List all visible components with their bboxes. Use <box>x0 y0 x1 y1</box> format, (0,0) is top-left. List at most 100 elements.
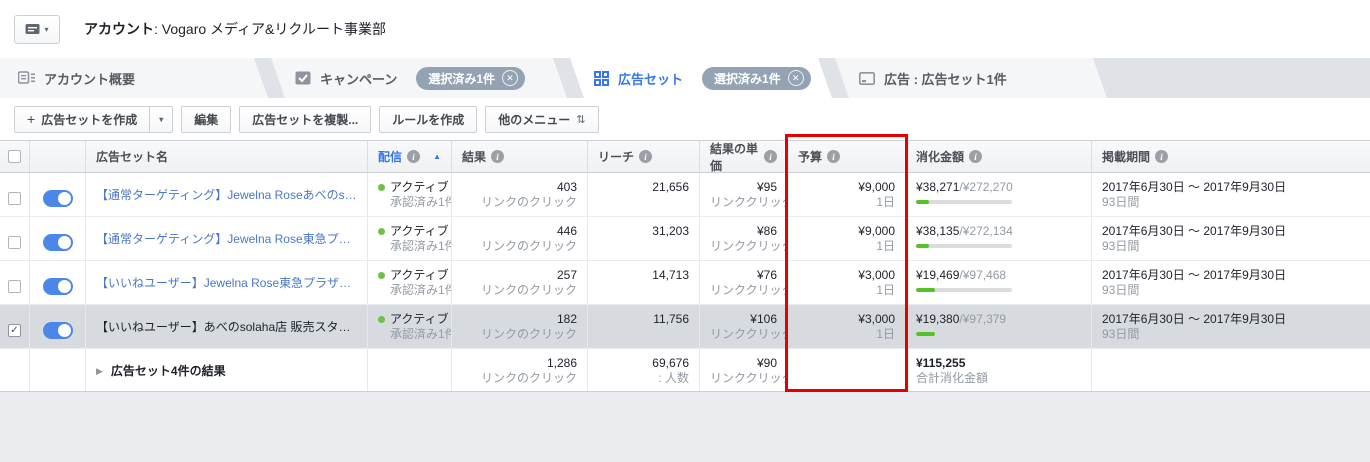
tab-ad-sets[interactable]: 広告セット 選択済み1件 ✕ <box>570 58 832 98</box>
column-header-result[interactable]: 結果 i <box>452 141 588 172</box>
page-background <box>0 392 1370 462</box>
schedule-cell: 2017年6月30日 ～ 2017年9月30日 93日間 <box>1102 312 1287 341</box>
row-checkbox[interactable] <box>8 191 21 205</box>
summary-budget-cell <box>788 349 906 391</box>
sort-asc-icon: ▲ <box>433 152 441 161</box>
adset-active-toggle[interactable] <box>42 233 73 251</box>
spend-progress-bar <box>916 288 1012 292</box>
delivery-cell: アクティブ 承認済み1件 <box>368 305 452 348</box>
account-overview-icon <box>18 71 35 85</box>
account-title: アカウント: Vogaro メディア&リクルート事業部 <box>84 19 386 39</box>
caret-down-icon: ▾ <box>44 24 49 34</box>
column-header-name[interactable]: 広告セット名 <box>86 141 368 172</box>
badge-label: 選択済み1件 <box>714 71 781 86</box>
spent-cell: ¥19,469/¥97,468 <box>906 261 1092 304</box>
column-header-reach[interactable]: リーチ i <box>588 141 700 172</box>
toggle-column-header <box>30 141 86 172</box>
top-bar: ▾ アカウント: Vogaro メディア&リクルート事業部 <box>0 0 1370 58</box>
row-checkbox-checked[interactable]: ✓ <box>8 323 21 337</box>
spend-progress-bar <box>916 332 1012 336</box>
table-row-selected: ✓ 【いいねユーザー】あべのsolaha店 販売スタッフ アクティブ 承認済み1… <box>0 305 1370 349</box>
table-row: 【通常ターゲティング】Jewelna Roseあべのsol... アクティブ 承… <box>0 173 1370 217</box>
cost-cell: ¥86リンククリック... <box>700 217 788 260</box>
account-card-icon <box>25 23 40 36</box>
schedule-cell: 2017年6月30日 ～ 2017年9月30日 93日間 <box>1102 268 1287 297</box>
table-summary-row: ▶ 広告セット4件の結果 1,286 リンクのクリック 69,676: 人数 ¥9… <box>0 349 1370 392</box>
status-dot-icon <box>378 184 385 191</box>
action-toolbar: + 広告セットを作成 ▾ 編集 広告セットを複製... ルールを作成 他のメニュ… <box>0 98 1370 140</box>
create-adset-split-button: + 広告セットを作成 ▾ <box>14 105 174 133</box>
adset-name-link[interactable]: 【通常ターゲティング】Jewelna Roseあべのsol... <box>96 180 357 210</box>
result-cell: 446 リンクのクリック <box>452 217 588 260</box>
budget-cell: ¥3,000 1日 <box>788 261 906 304</box>
delivery-cell: アクティブ 承認済み1件 <box>368 261 452 304</box>
create-adset-button[interactable]: + 広告セットを作成 <box>14 105 151 133</box>
adset-name-link[interactable]: 【通常ターゲティング】Jewelna Rose東急プラ... <box>96 224 357 254</box>
caret-down-icon: ▾ <box>159 114 164 124</box>
select-all-cell <box>0 141 30 172</box>
adset-name-link[interactable]: 【いいねユーザー】Jewelna Rose東急プラザ表... <box>96 268 357 298</box>
more-menu-button[interactable]: 他のメニュー ⇅ <box>485 105 599 133</box>
info-icon[interactable]: i <box>827 150 841 163</box>
create-rule-button[interactable]: ルールを作成 <box>379 105 478 133</box>
cost-cell: ¥106リンククリック... <box>700 305 788 348</box>
plus-icon: + <box>27 111 36 127</box>
tab-campaigns[interactable]: キャンペーン 選択済み1件 ✕ <box>271 58 567 98</box>
account-menu-button[interactable]: ▾ <box>14 14 60 44</box>
clear-selection-icon[interactable]: ✕ <box>502 70 518 86</box>
delivery-cell: アクティブ 承認済み1件 <box>368 217 452 260</box>
tab-ads[interactable]: 広告 : 広告セット1件 <box>835 58 1107 98</box>
adsets-table: 広告セット名 配信 i ▲ 結果 i リーチ i 結果の単価 i 予算 i 消化… <box>0 140 1370 392</box>
reach-cell: 21,656 <box>588 173 700 216</box>
tab-label: キャンペーン <box>320 71 398 87</box>
info-icon[interactable]: i <box>491 150 505 163</box>
budget-cell: ¥9,000 1日 <box>788 217 906 260</box>
edit-button[interactable]: 編集 <box>181 105 232 133</box>
level-tabs: アカウント概要 キャンペーン 選択済み1件 ✕ 広告セット 選択済み1件 ✕ 広… <box>0 58 1370 98</box>
account-label: アカウント <box>84 21 154 37</box>
table-row: 【通常ターゲティング】Jewelna Rose東急プラ... アクティブ 承認済… <box>0 217 1370 261</box>
spend-progress-bar <box>916 200 1012 204</box>
column-header-budget[interactable]: 予算 i <box>788 141 906 172</box>
clear-selection-icon[interactable]: ✕ <box>788 70 804 86</box>
adset-name-link[interactable]: 【いいねユーザー】あべのsolaha店 販売スタッフ <box>96 312 357 342</box>
info-icon[interactable]: i <box>969 150 983 163</box>
account-value: : Vogaro メディア&リクルート事業部 <box>154 21 386 37</box>
summary-spent-cell: ¥115,255 合計消化金額 <box>906 349 1092 391</box>
create-adset-dropdown-button[interactable]: ▾ <box>150 105 174 133</box>
status-dot-icon <box>378 316 385 323</box>
result-cell: 403 リンクのクリック <box>452 173 588 216</box>
select-all-checkbox[interactable] <box>8 150 21 163</box>
info-icon[interactable]: i <box>1155 150 1169 163</box>
row-checkbox[interactable] <box>8 235 21 249</box>
duplicate-adset-button[interactable]: 広告セットを複製... <box>239 105 372 133</box>
delivery-cell: アクティブ 承認済み1件 <box>368 173 452 216</box>
campaign-selected-badge[interactable]: 選択済み1件 ✕ <box>416 67 525 90</box>
reach-cell: 11,756 <box>588 305 700 348</box>
expand-icon[interactable]: ▶ <box>96 356 103 386</box>
spent-cell: ¥38,135/¥272,134 <box>906 217 1092 260</box>
column-header-schedule[interactable]: 掲載期間 i <box>1092 141 1370 172</box>
row-checkbox[interactable] <box>8 279 21 293</box>
cost-cell: ¥76リンククリック... <box>700 261 788 304</box>
info-icon[interactable]: i <box>407 150 421 163</box>
adset-selected-badge[interactable]: 選択済み1件 ✕ <box>702 67 811 90</box>
adset-active-toggle[interactable] <box>42 277 73 295</box>
status-dot-icon <box>378 228 385 235</box>
info-icon[interactable]: i <box>639 150 653 163</box>
schedule-cell: 2017年6月30日 ～ 2017年9月30日 93日間 <box>1102 180 1287 209</box>
summary-label: 広告セット4件の結果 <box>110 364 226 378</box>
adset-active-toggle[interactable] <box>42 189 73 207</box>
tab-label: 広告セット <box>618 71 684 87</box>
info-icon[interactable]: i <box>764 150 777 163</box>
adset-grid-icon <box>594 71 609 86</box>
column-header-spent[interactable]: 消化金額 i <box>906 141 1092 172</box>
tab-label: 広告 : 広告セット1件 <box>884 71 1007 87</box>
table-row: 【いいねユーザー】Jewelna Rose東急プラザ表... アクティブ 承認済… <box>0 261 1370 305</box>
column-header-cost[interactable]: 結果の単価 i <box>700 141 788 172</box>
adset-active-toggle[interactable] <box>42 321 73 339</box>
tab-account-overview[interactable]: アカウント概要 <box>0 58 268 98</box>
status-dot-icon <box>378 272 385 279</box>
column-header-delivery[interactable]: 配信 i ▲ <box>368 141 452 172</box>
spent-cell: ¥38,271/¥272,270 <box>906 173 1092 216</box>
